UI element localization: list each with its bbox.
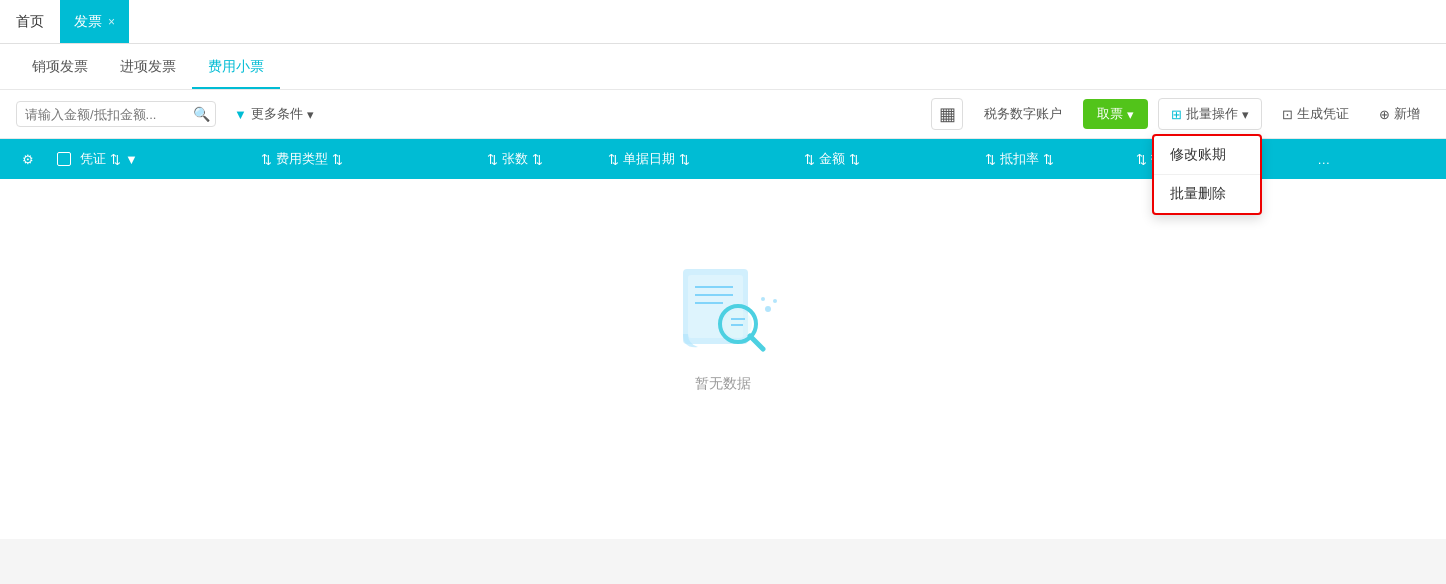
tab-purchase-invoice[interactable]: 进项发票: [104, 44, 192, 89]
svg-point-10: [765, 306, 771, 312]
col-type-label: 费用类型: [276, 150, 328, 168]
col-date-label: 单据日期: [623, 150, 675, 168]
take-ticket-chevron-icon: ▾: [1127, 107, 1134, 122]
col-voucher-label: 凭证: [80, 150, 106, 168]
qr-icon: ▦: [939, 103, 956, 125]
sort-icon-amount[interactable]: ⇅: [849, 152, 860, 167]
sort-icon[interactable]: ⇅: [985, 152, 996, 167]
toolbar-left: 🔍 ▼ 更多条件 ▾: [16, 101, 322, 127]
col-count-label: 张数: [502, 150, 528, 168]
header-checkbox[interactable]: [48, 152, 80, 166]
top-navigation: 首页 发票 ×: [0, 0, 1446, 44]
col-header-voucher: 凭证 ⇅ ▼: [80, 150, 261, 168]
search-input[interactable]: [25, 107, 193, 122]
extra-options-icon[interactable]: …: [1317, 152, 1330, 167]
batch-ops-dropdown: 修改账期 批量删除: [1152, 134, 1262, 215]
empty-state-text: 暂无数据: [695, 375, 751, 393]
col-header-extra: …: [1317, 152, 1438, 167]
batch-ops-button[interactable]: ⊞ 批量操作 ▾: [1158, 98, 1262, 130]
more-conditions-button[interactable]: ▼ 更多条件 ▾: [226, 101, 322, 127]
col-header-rate: ⇅ 抵扣率 ⇅: [985, 150, 1136, 168]
sort-icon-rate[interactable]: ⇅: [1043, 152, 1054, 167]
sort-icon[interactable]: ⇅: [261, 152, 272, 167]
sort-icon-date[interactable]: ⇅: [679, 152, 690, 167]
dropdown-item-modify-period[interactable]: 修改账期: [1154, 136, 1260, 174]
empty-illustration: [663, 259, 783, 359]
batch-ops-label: 批量操作: [1186, 105, 1238, 123]
batch-ops-chevron-icon: ▾: [1242, 107, 1249, 122]
qr-button[interactable]: ▦: [931, 98, 963, 130]
col-rate-label: 抵扣率: [1000, 150, 1039, 168]
toolbar: 🔍 ▼ 更多条件 ▾ ▦ 税务数字账户 取票 ▾ ⊞ 批量操作 ▾ 修改账期: [0, 90, 1446, 139]
svg-point-11: [773, 299, 777, 303]
tab-expense-receipt[interactable]: 费用小票: [192, 44, 280, 89]
search-box[interactable]: 🔍: [16, 101, 216, 127]
filter-col-icon[interactable]: ▼: [125, 152, 138, 167]
sort-icon[interactable]: ⇅: [608, 152, 619, 167]
col-header-count: ⇅ 张数 ⇅: [487, 150, 608, 168]
batch-icon: ⊞: [1171, 107, 1182, 122]
close-icon[interactable]: ×: [108, 15, 115, 29]
generate-voucher-button[interactable]: ⊡ 生成凭证: [1272, 99, 1359, 129]
take-ticket-label: 取票: [1097, 105, 1123, 123]
chevron-down-icon: ▾: [307, 107, 314, 122]
sort-icon[interactable]: ⇅: [110, 152, 121, 167]
settings-icon[interactable]: ⚙: [8, 152, 48, 167]
more-conditions-label: 更多条件: [251, 105, 303, 123]
col-header-type: ⇅ 费用类型 ⇅: [261, 150, 487, 168]
col-amount-label: 金额: [819, 150, 845, 168]
svg-line-7: [750, 336, 763, 349]
generate-voucher-icon: ⊡: [1282, 107, 1293, 122]
search-icon[interactable]: 🔍: [193, 106, 210, 122]
col-header-date: ⇅ 单据日期 ⇅: [608, 150, 804, 168]
empty-state: 暂无数据: [0, 179, 1446, 473]
sort-icon[interactable]: ⇅: [487, 152, 498, 167]
new-button[interactable]: ⊕ 新增: [1369, 99, 1430, 129]
toolbar-right: ▦ 税务数字账户 取票 ▾ ⊞ 批量操作 ▾ 修改账期 批量删除 ⊡ 生成凭证: [931, 98, 1430, 130]
sub-tabs-bar: 销项发票 进项发票 费用小票: [0, 44, 1446, 90]
new-label: 新增: [1394, 105, 1420, 123]
tax-account-button[interactable]: 税务数字账户: [973, 98, 1073, 130]
new-icon: ⊕: [1379, 107, 1390, 122]
sort-icon-count[interactable]: ⇅: [532, 152, 543, 167]
batch-ops-container: ⊞ 批量操作 ▾ 修改账期 批量删除: [1158, 98, 1262, 130]
take-ticket-button[interactable]: 取票 ▾: [1083, 99, 1148, 129]
generate-voucher-label: 生成凭证: [1297, 105, 1349, 123]
tax-account-label: 税务数字账户: [984, 105, 1062, 123]
col-header-amount: ⇅ 金额 ⇅: [804, 150, 985, 168]
sort-icon-type[interactable]: ⇅: [332, 152, 343, 167]
home-tab[interactable]: 首页: [0, 0, 60, 43]
sort-icon[interactable]: ⇅: [804, 152, 815, 167]
invoice-tab-label: 发票: [74, 13, 102, 31]
invoice-tab[interactable]: 发票 ×: [60, 0, 129, 43]
svg-point-12: [761, 297, 765, 301]
tab-sales-invoice[interactable]: 销项发票: [16, 44, 104, 89]
filter-icon: ▼: [234, 107, 247, 122]
select-all-checkbox[interactable]: [57, 152, 71, 166]
dropdown-item-batch-delete[interactable]: 批量删除: [1154, 174, 1260, 213]
sort-icon[interactable]: ⇅: [1136, 152, 1147, 167]
